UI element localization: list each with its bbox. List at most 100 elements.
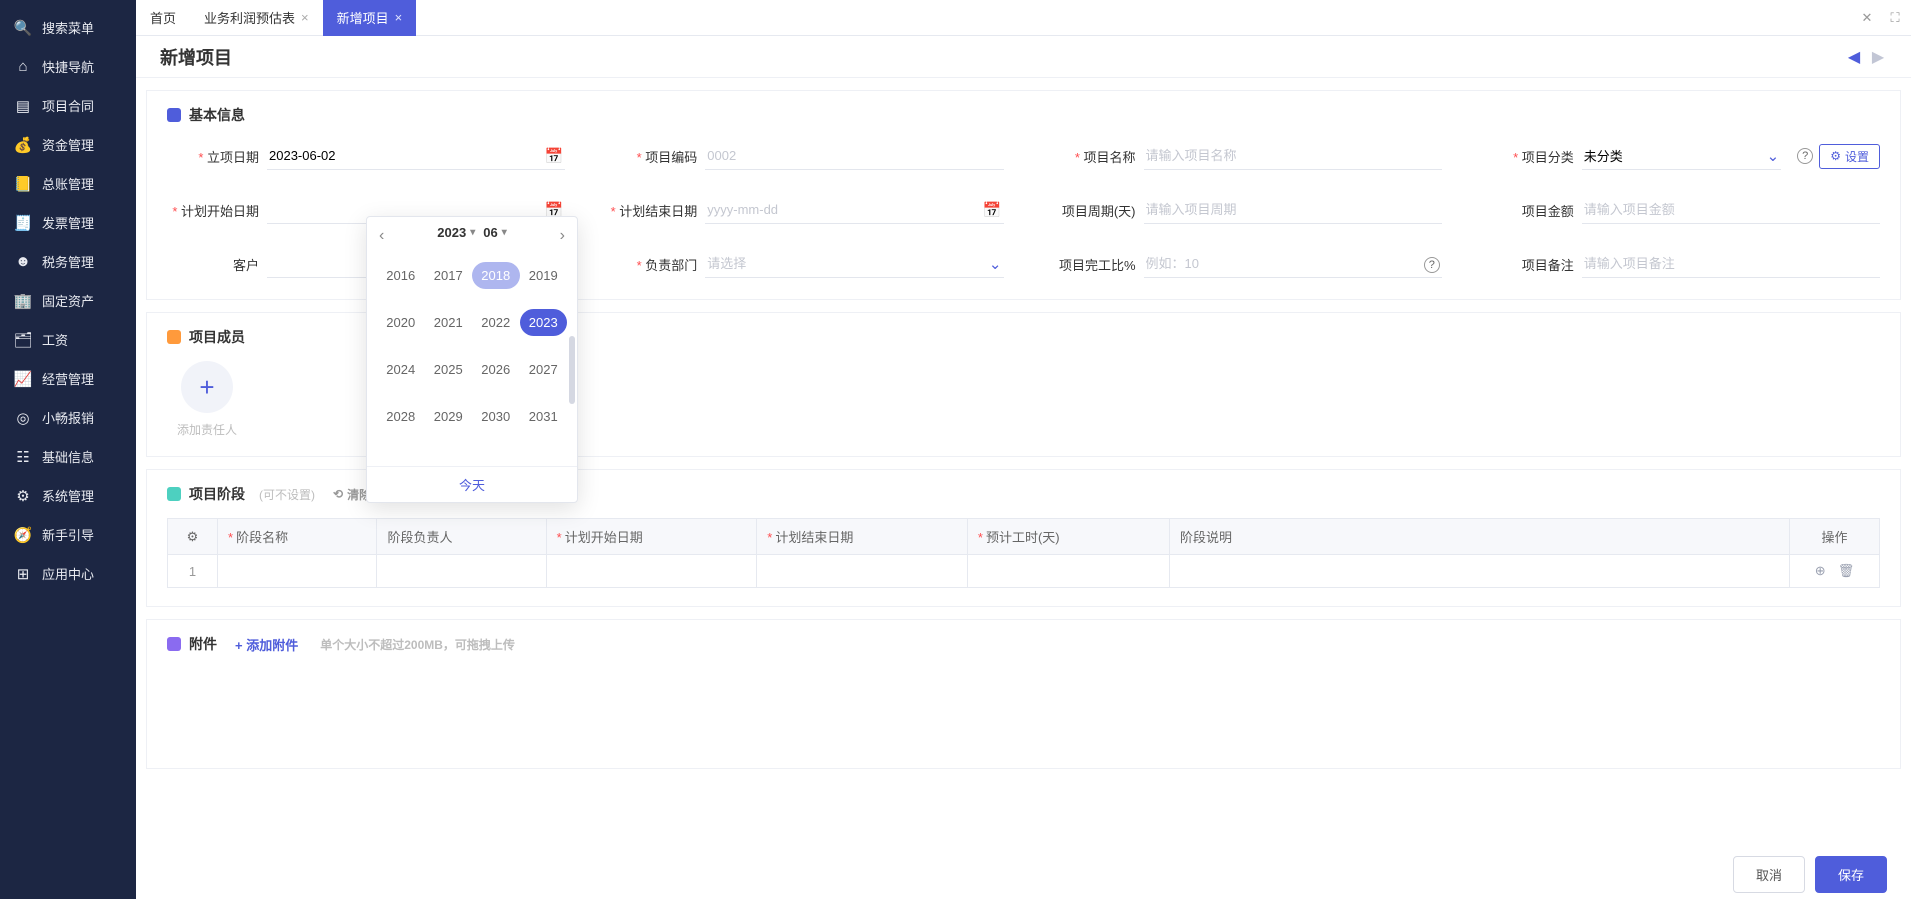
cell-start[interactable] <box>546 555 757 588</box>
input-project-date[interactable] <box>267 142 565 170</box>
th-desc: 阶段说明 <box>1170 519 1790 555</box>
year-option[interactable]: 2018 <box>472 262 520 289</box>
save-button[interactable]: 保存 <box>1815 856 1887 893</box>
help-icon[interactable]: ? <box>1797 148 1813 164</box>
undo-icon: ⟲ <box>333 487 343 501</box>
sidebar-icon: ⊞ <box>14 565 32 583</box>
label-plan-start: 计划开始日期 <box>167 201 259 220</box>
years-grid: 2016201720182019 2020202120222023 20242025… <box>367 248 577 444</box>
settings-button[interactable]: ⚙ 设置 <box>1819 144 1880 169</box>
sidebar-item-10[interactable]: ◎小畅报销 <box>0 398 136 437</box>
sidebar-item-7[interactable]: 🏢固定资产 <box>0 281 136 320</box>
input-plan-end[interactable] <box>705 196 1003 224</box>
cell-owner[interactable] <box>377 555 546 588</box>
input-project-code[interactable] <box>705 142 1003 170</box>
add-row-icon[interactable]: ⊕ <box>1815 563 1826 579</box>
delete-row-icon[interactable]: 🗑 <box>1838 563 1855 579</box>
subheader: 新增项目 ◀ ▶ <box>136 36 1911 78</box>
sidebar-item-4[interactable]: 📒总账管理 <box>0 164 136 203</box>
sidebar-icon: 🧾 <box>14 214 32 232</box>
sidebar-item-13[interactable]: 🧭新手引导 <box>0 515 136 554</box>
input-progress[interactable] <box>1144 250 1442 278</box>
sidebar-item-12[interactable]: ⚙系统管理 <box>0 476 136 515</box>
year-option[interactable]: 2016 <box>377 262 425 289</box>
sidebar: 🔍搜索菜单⌂快捷导航▤项目合同💰资金管理📒总账管理🧾发票管理☻税务管理🏢固定资产… <box>0 0 136 899</box>
year-option[interactable]: 2026 <box>472 356 520 383</box>
close-icon[interactable]: ✕ <box>1857 8 1877 28</box>
cell-end[interactable] <box>757 555 968 588</box>
cell-name[interactable] <box>218 555 377 588</box>
input-dept[interactable] <box>705 250 1003 278</box>
sidebar-item-0[interactable]: 🔍搜索菜单 <box>0 8 136 47</box>
sidebar-item-1[interactable]: ⌂快捷导航 <box>0 47 136 86</box>
sidebar-item-14[interactable]: ⊞应用中心 <box>0 554 136 593</box>
plus-icon[interactable]: + <box>181 361 233 413</box>
next-year-icon[interactable]: › <box>554 225 571 247</box>
input-project-name[interactable] <box>1144 142 1442 170</box>
sidebar-item-5[interactable]: 🧾发票管理 <box>0 203 136 242</box>
scrollbar-thumb[interactable] <box>569 336 575 404</box>
label-cycle: 项目周期(天) <box>1044 201 1136 220</box>
year-option[interactable]: 2024 <box>377 356 425 383</box>
th-hours: 预计工时(天) <box>967 519 1169 555</box>
row-no: 1 <box>168 555 218 588</box>
tab-label: 首页 <box>150 8 176 27</box>
input-project-category[interactable] <box>1582 142 1781 170</box>
year-option[interactable]: 2028 <box>377 403 425 430</box>
year-selector[interactable]: 2023▾ <box>437 225 475 240</box>
sidebar-item-9[interactable]: 📈经营管理 <box>0 359 136 398</box>
year-option[interactable]: 2020 <box>377 309 425 336</box>
sidebar-item-11[interactable]: ☷基础信息 <box>0 437 136 476</box>
year-option[interactable]: 2023 <box>520 309 568 336</box>
today-button[interactable]: 今天 <box>367 466 577 502</box>
chevron-down-icon[interactable]: ⌄ <box>989 255 1002 273</box>
tab-1[interactable]: 业务利润预估表 × <box>190 0 323 36</box>
label-code: 项目编码 <box>605 147 697 166</box>
year-option[interactable]: 2021 <box>425 309 473 336</box>
calendar-icon[interactable]: 📅 <box>545 147 564 165</box>
tab-0[interactable]: 首页 <box>136 0 190 36</box>
stage-table: ⚙ 阶段名称 阶段负责人 计划开始日期 计划结束日期 预计工时(天) 阶段说明 … <box>167 518 1880 588</box>
cell-desc[interactable] <box>1170 555 1790 588</box>
next-record-icon[interactable]: ▶ <box>1869 48 1887 66</box>
add-attachment-link[interactable]: + 添加附件 <box>235 635 298 654</box>
th-gear[interactable]: ⚙ <box>168 519 218 555</box>
month-selector[interactable]: 06▾ <box>483 225 507 240</box>
page-title: 新增项目 <box>160 44 232 70</box>
year-option[interactable]: 2025 <box>425 356 473 383</box>
footer-bar: 取消 保存 <box>1733 856 1887 893</box>
expand-icon[interactable]: ⛶ <box>1885 8 1905 28</box>
prev-record-icon[interactable]: ◀ <box>1845 48 1863 66</box>
year-option[interactable]: 2027 <box>520 356 568 383</box>
sidebar-item-6[interactable]: ☻税务管理 <box>0 242 136 281</box>
input-cycle[interactable] <box>1144 196 1442 224</box>
tab-label: 业务利润预估表 <box>204 8 295 27</box>
attachment-panel: 附件 + 添加附件 单个大小不超过200MB，可拖拽上传 <box>146 619 1901 769</box>
year-option[interactable]: 2019 <box>520 262 568 289</box>
sidebar-item-3[interactable]: 💰资金管理 <box>0 125 136 164</box>
input-amount[interactable] <box>1582 196 1880 224</box>
chevron-down-icon: ▾ <box>470 227 475 238</box>
prev-year-icon[interactable]: ‹ <box>373 225 390 247</box>
tab-close-icon[interactable]: × <box>301 10 309 25</box>
sidebar-label: 系统管理 <box>42 486 94 505</box>
sidebar-label: 快捷导航 <box>42 57 94 76</box>
tab-close-icon[interactable]: × <box>395 10 403 25</box>
year-option[interactable]: 2031 <box>520 403 568 430</box>
help-icon[interactable]: ? <box>1424 255 1440 273</box>
sidebar-item-2[interactable]: ▤项目合同 <box>0 86 136 125</box>
chevron-down-icon[interactable]: ⌄ <box>1767 147 1780 165</box>
section-title-stage: 项目阶段 <box>189 484 245 504</box>
add-member[interactable]: + 添加责任人 <box>167 361 247 438</box>
sidebar-item-8[interactable]: 🗂工资 <box>0 320 136 359</box>
sidebar-icon: ☻ <box>14 253 32 271</box>
cell-hours[interactable] <box>967 555 1169 588</box>
year-option[interactable]: 2030 <box>472 403 520 430</box>
year-option[interactable]: 2017 <box>425 262 473 289</box>
tab-2[interactable]: 新增项目× <box>323 0 417 36</box>
input-remark[interactable] <box>1582 250 1880 278</box>
cancel-button[interactable]: 取消 <box>1733 856 1805 893</box>
year-option[interactable]: 2029 <box>425 403 473 430</box>
calendar-icon[interactable]: 📅 <box>983 201 1002 219</box>
year-option[interactable]: 2022 <box>472 309 520 336</box>
